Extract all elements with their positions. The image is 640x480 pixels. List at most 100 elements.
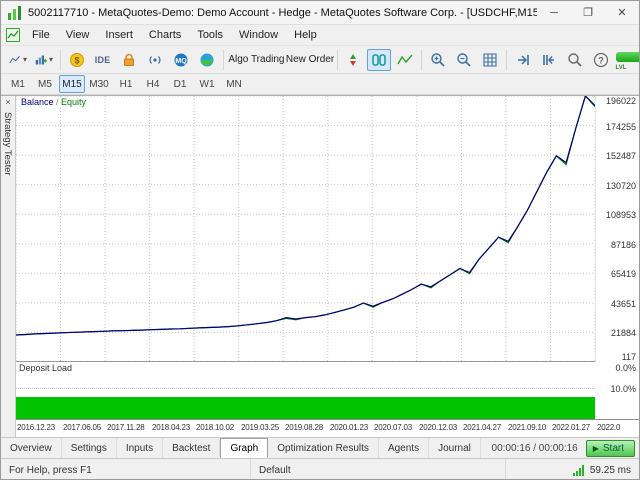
menu-bar: File View Insert Charts Tools Window Help: [1, 25, 639, 46]
menu-file[interactable]: File: [24, 27, 58, 43]
up-down-arrows-icon: [350, 53, 357, 66]
svg-text:$: $: [74, 55, 79, 65]
connection-level-indicator[interactable]: LVL: [614, 49, 639, 71]
toolbar-separator: [421, 49, 422, 70]
y-axis-label: 152487: [605, 151, 636, 162]
y-axis-label: 117: [621, 352, 636, 362]
close-panel-icon[interactable]: ×: [2, 97, 14, 109]
timeframe-m15[interactable]: M15: [59, 75, 85, 93]
timeframe-w1[interactable]: W1: [194, 75, 220, 93]
x-axis: 2016.12.23 2017.06.05 2017.11.28 2018.04.23…: [16, 420, 639, 437]
menu-window[interactable]: Window: [231, 27, 286, 43]
strategy-tester-side-tab[interactable]: × Strategy Tester: [1, 96, 16, 437]
auto-scroll-button[interactable]: [511, 49, 535, 71]
signals-button[interactable]: [143, 49, 167, 71]
balance-equity-chart-zone[interactable]: 196022 174255 152487 130720 108953 87186 65419…: [16, 96, 639, 363]
menu-view[interactable]: View: [58, 27, 98, 43]
metatrader-app-icon: [8, 5, 21, 20]
window-title: 5002117710 - MetaQuotes-Demo: Demo Accou…: [28, 6, 537, 19]
x-axis-label: 2020.12.03: [419, 423, 458, 433]
timeframe-m30[interactable]: M30: [86, 75, 112, 93]
algo-trading-button[interactable]: Algo Trading: [227, 49, 284, 71]
x-axis-label: 2019.08.28: [285, 423, 324, 433]
timeframe-d1[interactable]: D1: [167, 75, 193, 93]
legend-balance: Balance: [21, 97, 54, 107]
balance-equity-chart[interactable]: [16, 96, 595, 362]
bar-chart-mode-button[interactable]: [367, 48, 392, 71]
tab-inputs[interactable]: Inputs: [117, 438, 164, 458]
main-area: × Strategy Tester 196022 174255 152487 1307…: [1, 95, 639, 437]
x-axis-label: 2021.09.10: [508, 423, 547, 433]
strategy-tester-label: Strategy Tester: [2, 112, 13, 176]
menu-help[interactable]: Help: [286, 27, 325, 43]
timeframe-mn[interactable]: MN: [221, 75, 247, 93]
auto-scroll-icon: [517, 54, 529, 65]
new-order-label: New Order: [285, 54, 335, 65]
tab-journal[interactable]: Journal: [429, 438, 481, 458]
market-watch-button[interactable]: $: [65, 49, 89, 71]
timeframe-m5[interactable]: M5: [32, 75, 58, 93]
tick-arrows-button[interactable]: [341, 49, 365, 71]
x-axis-label: 2022.0: [597, 423, 621, 433]
menu-items: File View Insert Charts Tools Window Help: [24, 27, 325, 43]
status-profile[interactable]: Default: [251, 459, 506, 479]
tab-settings[interactable]: Settings: [62, 438, 117, 458]
line-chart-icon: [9, 55, 20, 63]
y-axis-label: 174255: [605, 121, 636, 132]
menu-charts[interactable]: Charts: [141, 27, 189, 43]
deposit-load-panel[interactable]: Deposit Load 0.0% 10.0%: [16, 362, 639, 421]
tester-graph-panel: 196022 174255 152487 130720 108953 87186 65419…: [16, 96, 639, 437]
tab-optimization-results[interactable]: Optimization Results: [268, 438, 379, 458]
chart-shift-icon: [542, 54, 554, 65]
lock-button[interactable]: [117, 49, 141, 71]
ide-button[interactable]: IDE: [91, 49, 115, 71]
y-axis-label: 196022: [605, 96, 636, 106]
grid-button[interactable]: [478, 49, 502, 71]
close-button[interactable]: ✕: [605, 1, 639, 24]
maximize-button[interactable]: ❐: [571, 1, 605, 24]
community-globe-icon: MQ: [174, 53, 188, 66]
menu-tools[interactable]: Tools: [189, 27, 231, 43]
status-connection[interactable]: 59.25 ms: [572, 464, 639, 476]
chart-shift-button[interactable]: [537, 49, 561, 71]
zoom-out-icon: [457, 52, 471, 67]
y-axis-label: 21884: [610, 328, 636, 339]
tab-graph[interactable]: Graph: [220, 438, 269, 458]
connection-bars-icon: [572, 464, 585, 476]
zoom-in-button[interactable]: [426, 49, 450, 71]
tab-overview[interactable]: Overview: [1, 438, 62, 458]
tab-agents[interactable]: Agents: [379, 438, 430, 458]
new-order-button[interactable]: New Order: [283, 49, 335, 71]
community-button[interactable]: MQ: [169, 49, 193, 71]
connection-level-bar: [615, 51, 639, 62]
bars-mode-icon: [372, 53, 387, 66]
latency-value: 59.25 ms: [589, 464, 631, 476]
start-label: Start: [602, 442, 624, 454]
deposit-load-tick: 10.0%: [610, 384, 636, 395]
x-axis-label: 2017.06.05: [63, 423, 102, 433]
timeframe-h4[interactable]: H4: [140, 75, 166, 93]
new-chart-button[interactable]: ▾: [32, 49, 56, 71]
start-button[interactable]: ▶ Start: [585, 439, 635, 457]
y-axis-label: 108953: [605, 210, 636, 221]
svg-text:MQ: MQ: [175, 58, 187, 65]
cloud-button[interactable]: [195, 49, 219, 71]
menu-insert[interactable]: Insert: [97, 27, 141, 43]
x-axis-label: 2019.03.25: [241, 423, 280, 433]
tester-tab-bar: Overview Settings Inputs Backtest Graph Optim…: [1, 437, 639, 458]
minimize-button[interactable]: ─: [537, 1, 571, 24]
line-chart-mode-button[interactable]: [393, 49, 417, 71]
zoom-out-button[interactable]: [452, 49, 476, 71]
tab-backtest[interactable]: Backtest: [163, 438, 221, 458]
deposit-load-gridline: [16, 388, 595, 390]
toolbar-separator: [336, 49, 338, 70]
chevron-down-icon: ▾: [22, 55, 27, 64]
timeframe-h1[interactable]: H1: [113, 75, 139, 93]
timeframe-m1[interactable]: M1: [5, 75, 31, 93]
x-axis-label: 2020.07.03: [374, 423, 413, 433]
toolbar-separator: [222, 49, 224, 70]
deposit-load-tick: 0.0%: [615, 363, 636, 374]
chart-type-button[interactable]: ▾: [6, 49, 30, 71]
search-button[interactable]: [563, 49, 587, 71]
help-button[interactable]: ?: [589, 49, 613, 71]
